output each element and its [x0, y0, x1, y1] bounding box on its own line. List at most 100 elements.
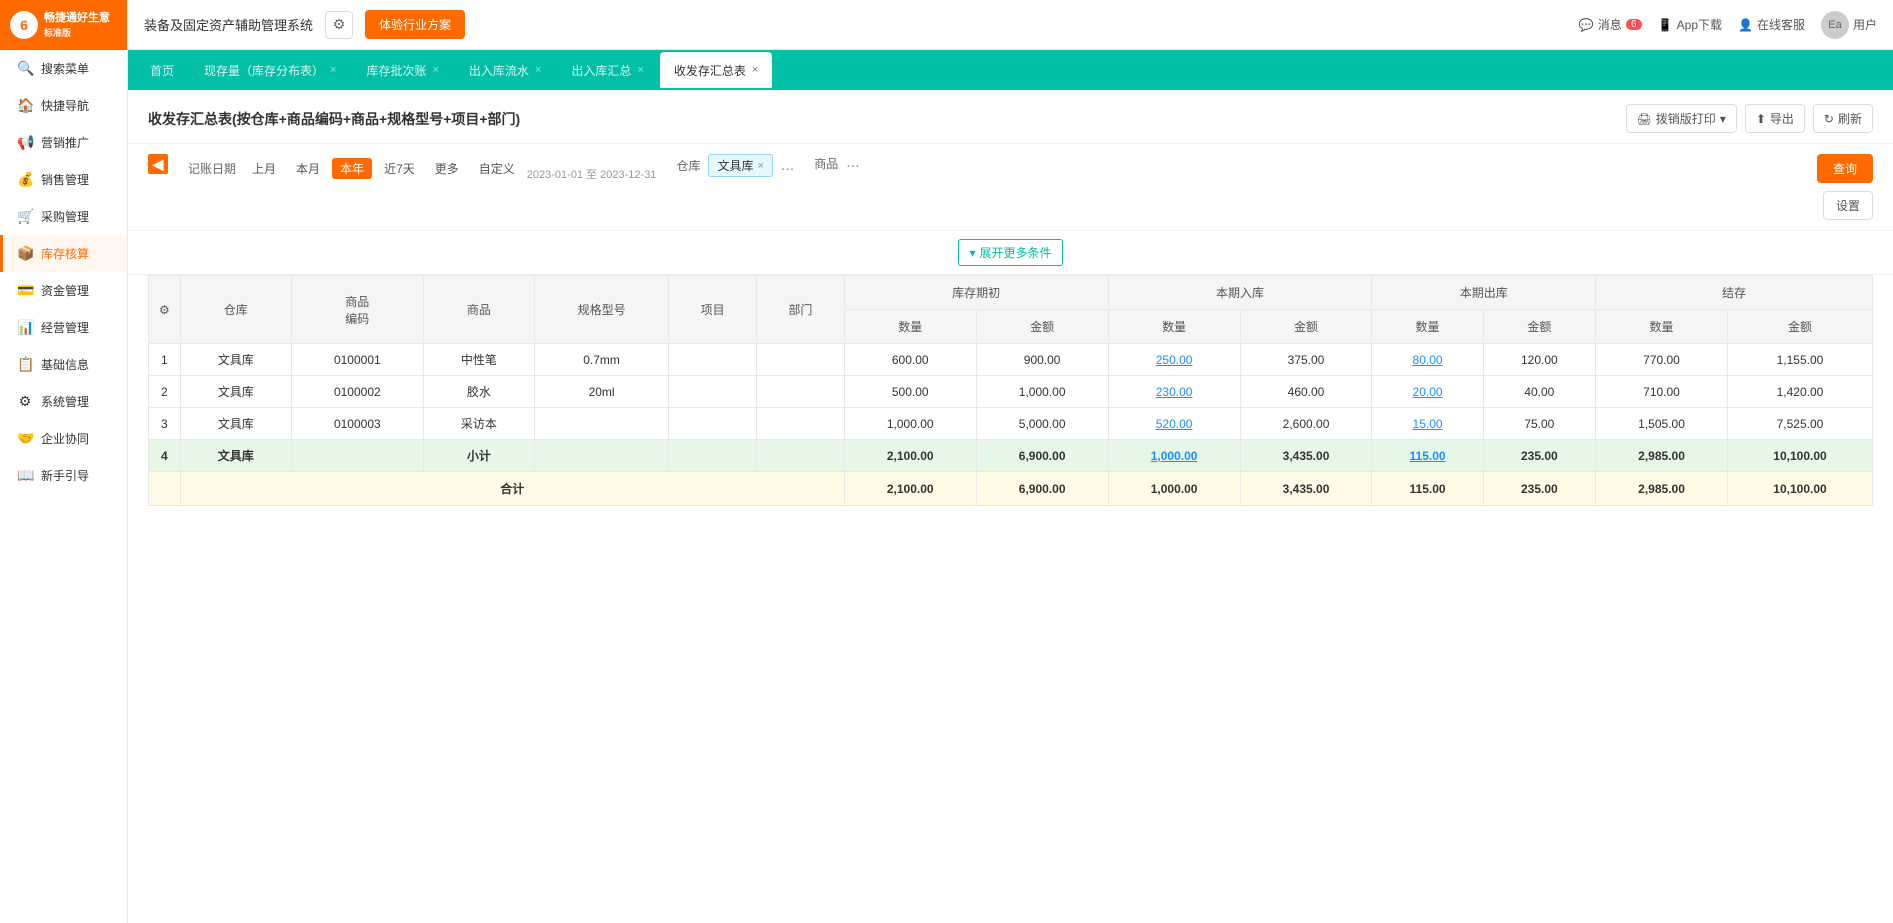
goods-more[interactable]: ... [846, 154, 859, 172]
sidebar-item-label-guide: 新手引导 [41, 467, 89, 484]
sidebar-item-finance[interactable]: 💳 资金管理 [0, 272, 127, 309]
footer-in-amt: 3,435.00 [1240, 472, 1372, 506]
sidebar-item-purchase[interactable]: 🛒 采购管理 [0, 198, 127, 235]
cell-in-amt: 2,600.00 [1240, 408, 1372, 440]
col-goods-spec-header: 规格型号 [534, 276, 668, 344]
print-button[interactable]: 🖨 拨销版打印 ▾ [1626, 104, 1737, 133]
cell-project [669, 376, 757, 408]
tab-batch_ledger[interactable]: 库存批次账× [352, 52, 452, 88]
sidebar-item-sales[interactable]: 💰 销售管理 [0, 161, 127, 198]
cell-closing-amt: 10,100.00 [1727, 440, 1872, 472]
cell-out-qty[interactable]: 20.00 [1372, 376, 1483, 408]
refresh-button[interactable]: ↻ 刷新 [1813, 104, 1873, 133]
footer-opening-amt: 6,900.00 [976, 472, 1108, 506]
table-row: 3 文具库 0100003 采访本 1,000.00 5,000.00 520.… [149, 408, 1873, 440]
cell-goods-code: 0100001 [291, 344, 423, 376]
tab-in_out_summary[interactable]: 出入库汇总× [557, 52, 657, 88]
footer-settings [149, 472, 181, 506]
cell-in-qty[interactable]: 520.00 [1108, 408, 1240, 440]
date-shortcut-上月[interactable]: 上月 [244, 158, 284, 179]
header-right: 💬 消息 6 📱 App下载 👤 在线客服 Ea 用户 [1579, 11, 1877, 39]
table-footer-row: 合计 2,100.00 6,900.00 1,000.00 3,435.00 1… [149, 472, 1873, 506]
goods-filter-label: 商品 [814, 155, 838, 172]
app-download-item[interactable]: 📱 App下载 [1658, 16, 1722, 33]
sidebar-item-system[interactable]: ⚙ 系统管理 [0, 383, 127, 420]
tab-receive_send_summary[interactable]: 收发存汇总表× [660, 52, 772, 88]
operation-icon: 📊 [17, 319, 33, 336]
date-filter-group: 记账日期 上月本月本年近7天更多自定义2023-01-01 至 2023-12-… [188, 154, 656, 182]
cell-out-amt: 120.00 [1483, 344, 1595, 376]
cell-in-qty[interactable]: 1,000.00 [1108, 440, 1240, 472]
tab-close-in_out_flow[interactable]: × [535, 64, 541, 76]
cell-goods-spec [534, 440, 668, 472]
filter-row-2: ▾ 展开更多条件 [128, 231, 1893, 275]
cell-in-qty[interactable]: 250.00 [1108, 344, 1240, 376]
sidebar-item-label-marketing: 营销推广 [41, 134, 89, 151]
user-avatar: Ea [1821, 11, 1849, 39]
cell-out-qty[interactable]: 115.00 [1372, 440, 1483, 472]
tab-close-in_out_summary[interactable]: × [637, 64, 643, 76]
warehouse-tag-close[interactable]: × [757, 160, 763, 172]
expand-more-button[interactable]: ▾ 展开更多条件 [958, 239, 1062, 266]
cell-goods-spec [534, 408, 668, 440]
date-shortcut-本年[interactable]: 本年 [332, 158, 372, 179]
date-shortcut-自定义[interactable]: 自定义 [471, 158, 523, 179]
export-button[interactable]: ⬆ 导出 [1745, 104, 1805, 133]
date-shortcut-更多[interactable]: 更多 [427, 158, 467, 179]
sidebar-item-guide[interactable]: 📖 新手引导 [0, 457, 127, 494]
sidebar-item-search[interactable]: 🔍 搜索菜单 [0, 50, 127, 87]
cell-out-qty[interactable]: 15.00 [1372, 408, 1483, 440]
cell-closing-amt: 1,420.00 [1727, 376, 1872, 408]
sidebar-item-label-system: 系统管理 [41, 393, 89, 410]
filter-expand-button[interactable]: ◀ [148, 154, 168, 174]
cell-out-amt: 235.00 [1483, 440, 1595, 472]
cell-out-amt: 75.00 [1483, 408, 1595, 440]
sidebar-item-quick_nav[interactable]: 🏠 快捷导航 [0, 87, 127, 124]
export-icon: ⬆ [1756, 112, 1766, 126]
sidebar-item-label-inventory: 库存核算 [41, 245, 89, 262]
cell-closing-qty: 770.00 [1596, 344, 1728, 376]
date-filter-label: 记账日期 [188, 160, 236, 177]
tab-in_out_flow[interactable]: 出入库流水× [455, 52, 555, 88]
cell-opening-amt: 6,900.00 [976, 440, 1108, 472]
experience-button[interactable]: 体验行业方案 [365, 10, 465, 39]
cell-closing-qty: 710.00 [1596, 376, 1728, 408]
col-closing-qty: 数量 [1596, 310, 1728, 344]
online-service-item[interactable]: 👤 在线客服 [1738, 16, 1805, 33]
header-left: 装备及固定资产辅助管理系统 ⚙ 体验行业方案 [144, 10, 465, 39]
set-button[interactable]: 设置 [1823, 191, 1873, 220]
cell-out-qty[interactable]: 80.00 [1372, 344, 1483, 376]
col-in-amt: 金额 [1240, 310, 1372, 344]
col-opening-qty: 数量 [844, 310, 976, 344]
goods-filter-group: 商品 ... [814, 154, 859, 172]
page-title: 收发存汇总表(按仓库+商品编码+商品+规格型号+项目+部门) [148, 109, 520, 129]
tab-home[interactable]: 首页 [136, 52, 188, 88]
footer-label: 合计 [180, 472, 844, 506]
cell-seq: 3 [149, 408, 181, 440]
cell-warehouse: 文具库 [180, 408, 291, 440]
cell-department [757, 376, 845, 408]
user-item[interactable]: Ea 用户 [1821, 11, 1877, 39]
sidebar-item-basic_info[interactable]: 📋 基础信息 [0, 346, 127, 383]
message-item[interactable]: 💬 消息 6 [1579, 16, 1642, 33]
tab-close-batch_ledger[interactable]: × [432, 64, 438, 76]
col-closing-amt: 金额 [1727, 310, 1872, 344]
warehouse-more[interactable]: ... [781, 157, 794, 175]
sidebar-item-enterprise[interactable]: 🤝 企业协同 [0, 420, 127, 457]
sidebar-item-marketing[interactable]: 📢 营销推广 [0, 124, 127, 161]
warehouse-tag-value: 文具库 [717, 157, 753, 174]
sidebar-item-inventory[interactable]: 📦 库存核算 [0, 235, 127, 272]
date-shortcuts: 上月本月本年近7天更多自定义2023-01-01 至 2023-12-31 [244, 154, 656, 182]
date-shortcut-本月[interactable]: 本月 [288, 158, 328, 179]
cell-goods-name: 中性笔 [423, 344, 534, 376]
sidebar-item-label-search: 搜索菜单 [41, 60, 89, 77]
tab-close-inventory_distribution[interactable]: × [330, 64, 336, 76]
table-settings-col[interactable]: ⚙ [149, 276, 181, 344]
settings-button[interactable]: ⚙ [325, 11, 353, 39]
cell-in-qty[interactable]: 230.00 [1108, 376, 1240, 408]
tab-inventory_distribution[interactable]: 现存量（库存分布表）× [190, 52, 350, 88]
query-button[interactable]: 查询 [1817, 154, 1873, 183]
sidebar-item-operation[interactable]: 📊 经营管理 [0, 309, 127, 346]
tab-close-receive_send_summary[interactable]: × [752, 64, 758, 76]
date-shortcut-近7天[interactable]: 近7天 [376, 158, 423, 179]
